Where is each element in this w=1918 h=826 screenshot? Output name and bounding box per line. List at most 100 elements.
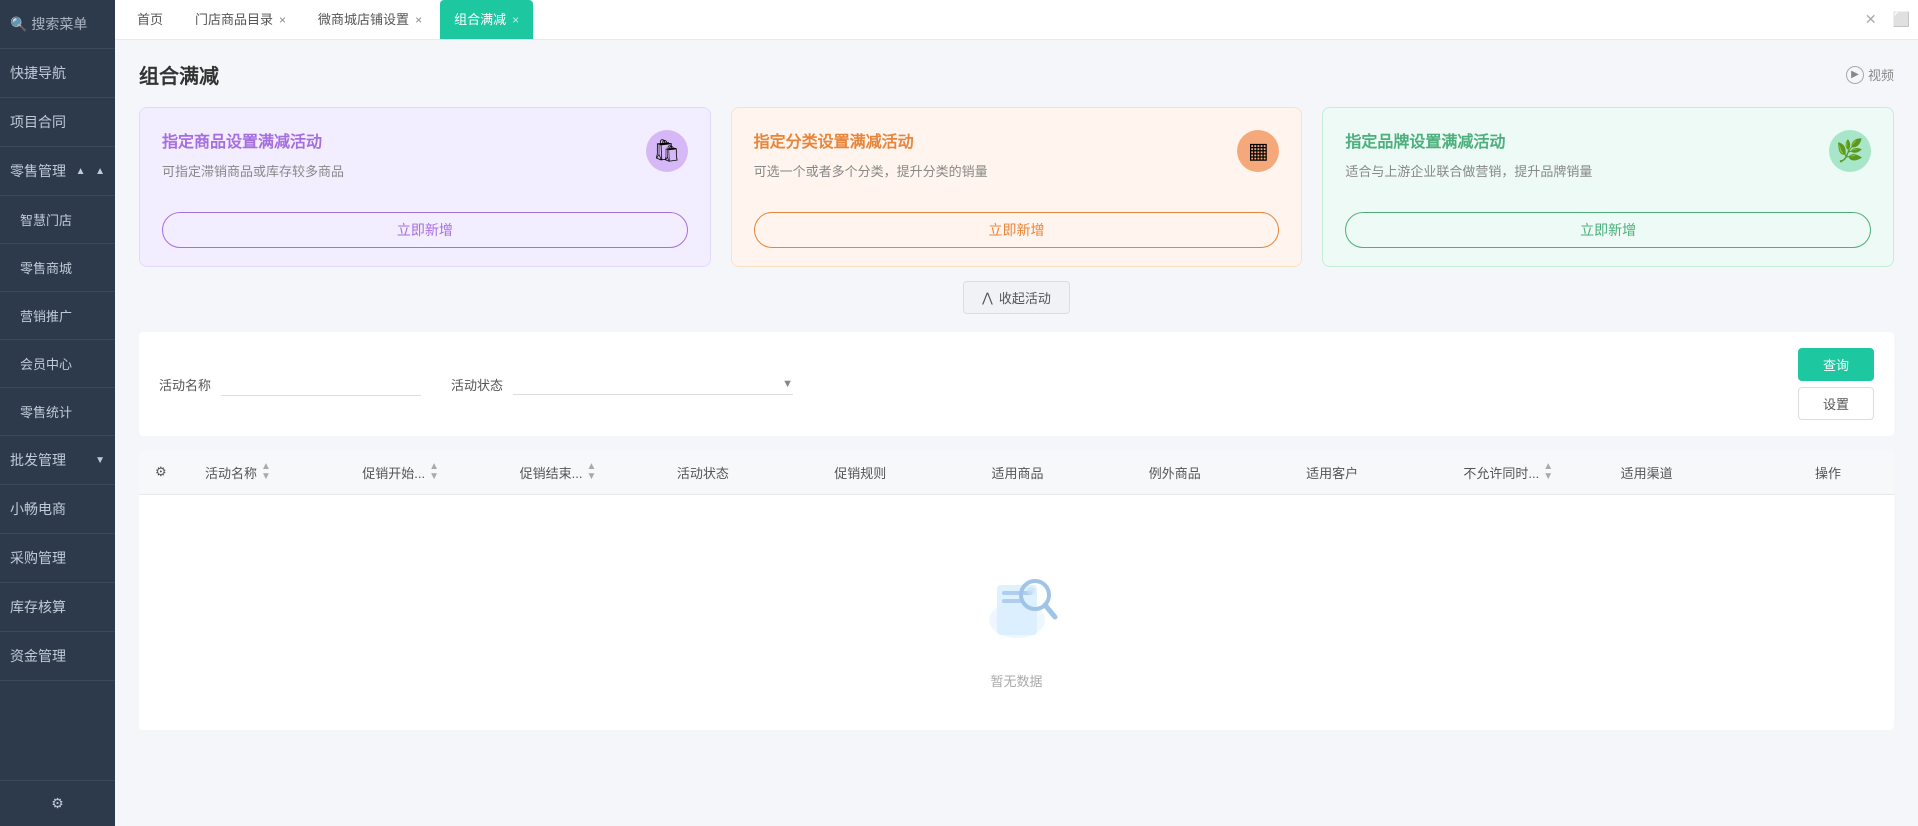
sidebar-item-label-marketing: 营销推广 bbox=[20, 306, 72, 325]
collapse-bar: ⋀ 收起活动 bbox=[139, 281, 1894, 314]
th-label-applicable-channel: 适用渠道 bbox=[1621, 463, 1673, 482]
sidebar-item-label-inventory: 库存核算 bbox=[10, 597, 66, 617]
activity-name-input[interactable] bbox=[221, 372, 421, 396]
empty-state: 暂无数据 bbox=[139, 495, 1894, 730]
sidebar-item-retail-mgmt[interactable]: 零售管理 ▲ bbox=[0, 147, 115, 196]
tab-label-wechat-store: 微商城店铺设置 bbox=[318, 13, 409, 26]
activity-card-specify-category: ▦指定分类设置满减活动可选一个或者多个分类，提升分类的销量立即新增 bbox=[731, 107, 1303, 267]
sidebar-item-quick-nav[interactable]: 快捷导航 bbox=[0, 49, 115, 98]
tab-combo-discount[interactable]: 组合满减 × bbox=[440, 0, 533, 39]
tab-label-home: 首页 bbox=[137, 13, 163, 26]
th-label-gear: ⚙ bbox=[155, 464, 167, 480]
card-icon-specify-brand: 🌿 bbox=[1829, 130, 1871, 172]
page-header: 组合满减 ▶ 视频 bbox=[139, 60, 1894, 89]
tab-close-store-catalog[interactable]: × bbox=[279, 14, 286, 26]
th-label-applicable-customers: 适用客户 bbox=[1306, 463, 1358, 482]
th-promo-end[interactable]: 促销结束...▲▼ bbox=[520, 462, 677, 482]
sidebar-item-smart-store[interactable]: 智慧门店 bbox=[0, 196, 115, 244]
filter-activity-name: 活动名称 bbox=[159, 372, 421, 396]
th-label-operations: 操作 bbox=[1815, 463, 1841, 482]
th-promo-start[interactable]: 促销开始...▲▼ bbox=[362, 462, 519, 482]
sidebar-settings[interactable]: ⚙ bbox=[0, 780, 115, 826]
sidebar-search[interactable]: 🔍 搜索菜单 bbox=[0, 0, 115, 49]
tab-label-combo-discount: 组合满减 bbox=[454, 13, 506, 26]
th-label-exception-goods: 例外商品 bbox=[1149, 463, 1201, 482]
window-controls: ✕ ⬜ bbox=[1865, 11, 1910, 28]
sort-icon-activity-name: ▲▼ bbox=[261, 462, 271, 482]
sort-icon-promo-start: ▲▼ bbox=[429, 462, 439, 482]
close-window-icon[interactable]: ✕ bbox=[1865, 11, 1877, 28]
tab-label-store-catalog: 门店商品目录 bbox=[195, 13, 273, 26]
th-label-applicable-goods: 适用商品 bbox=[991, 463, 1043, 482]
play-icon: ▶ bbox=[1846, 66, 1864, 84]
tab-close-combo-discount[interactable]: × bbox=[512, 14, 519, 26]
tab-home[interactable]: 首页 bbox=[123, 0, 177, 39]
sort-icon-no-concurrent: ▲▼ bbox=[1543, 462, 1553, 482]
card-btn-specify-category[interactable]: 立即新增 bbox=[754, 212, 1280, 248]
main-area: 首页门店商品目录×微商城店铺设置×组合满减× ✕ ⬜ 组合满减 ▶ 视频 🛍指定… bbox=[115, 0, 1918, 826]
card-desc-specify-goods: 可指定滞销商品或库存较多商品 bbox=[162, 162, 688, 196]
sidebar-item-project-contract[interactable]: 项目合同 bbox=[0, 98, 115, 147]
sidebar-item-member-center[interactable]: 会员中心 bbox=[0, 340, 115, 388]
arrow-icon-retail-mgmt: ▲ bbox=[76, 166, 86, 177]
video-link[interactable]: ▶ 视频 bbox=[1846, 65, 1894, 84]
settings-button[interactable]: 设置 bbox=[1798, 387, 1874, 420]
th-label-activity-status: 活动状态 bbox=[677, 463, 729, 482]
activity-status-select[interactable]: ▼ bbox=[513, 374, 793, 395]
th-activity-name[interactable]: 活动名称▲▼ bbox=[205, 462, 362, 482]
sidebar-item-marketing[interactable]: 营销推广 bbox=[0, 292, 115, 340]
th-label-promo-end: 促销结束... bbox=[520, 463, 583, 482]
page-title: 组合满减 bbox=[139, 60, 219, 89]
sidebar-item-label-member-center: 会员中心 bbox=[20, 354, 72, 373]
sidebar-item-retail-stats[interactable]: 零售统计 bbox=[0, 388, 115, 436]
th-label-promo-start: 促销开始... bbox=[362, 463, 425, 482]
content-area: 组合满减 ▶ 视频 🛍指定商品设置满减活动可指定滞销商品或库存较多商品立即新增▦… bbox=[115, 40, 1918, 826]
tab-store-catalog[interactable]: 门店商品目录 × bbox=[181, 0, 300, 39]
th-operations: 操作 bbox=[1778, 463, 1878, 482]
video-label: 视频 bbox=[1868, 65, 1894, 84]
th-applicable-customers: 适用客户 bbox=[1306, 463, 1463, 482]
sidebar-item-label-retail-stats: 零售统计 bbox=[20, 402, 72, 421]
sidebar-item-label-xiaochangec: 小畅电商 bbox=[10, 499, 66, 519]
th-promo-rules: 促销规则 bbox=[834, 463, 991, 482]
sidebar-item-inventory[interactable]: 库存核算 bbox=[0, 583, 115, 632]
filter-row: 活动名称 活动状态 ▼ 查询 设置 bbox=[159, 348, 1874, 420]
filter-actions: 查询 设置 bbox=[1798, 348, 1874, 420]
collapse-button[interactable]: ⋀ 收起活动 bbox=[963, 281, 1070, 314]
card-btn-specify-goods[interactable]: 立即新增 bbox=[162, 212, 688, 248]
sidebar-item-label-purchase-mgmt: 采购管理 bbox=[10, 548, 66, 568]
card-title-specify-brand: 指定品牌设置满减活动 bbox=[1345, 128, 1871, 152]
arrow-icon-wholesale-mgmt: ▼ bbox=[95, 455, 105, 466]
card-desc-specify-brand: 适合与上游企业联合做营销，提升品牌销量 bbox=[1345, 162, 1871, 196]
sidebar-item-finance-mgmt[interactable]: 资金管理 bbox=[0, 632, 115, 681]
sidebar-item-label-wholesale-mgmt: 批发管理 bbox=[10, 450, 66, 470]
sidebar: 🔍 搜索菜单 快捷导航项目合同零售管理 ▲ 智慧门店零售商城营销推广会员中心零售统计… bbox=[0, 0, 115, 826]
search-icon: 🔍 bbox=[10, 16, 27, 32]
tab-close-wechat-store[interactable]: × bbox=[415, 14, 422, 26]
activity-card-specify-brand: 🌿指定品牌设置满减活动适合与上游企业联合做营销，提升品牌销量立即新增 bbox=[1322, 107, 1894, 267]
sidebar-item-wholesale-mgmt[interactable]: 批发管理 ▼ bbox=[0, 436, 115, 485]
sidebar-item-purchase-mgmt[interactable]: 采购管理 bbox=[0, 534, 115, 583]
th-applicable-channel: 适用渠道 bbox=[1621, 463, 1778, 482]
collapse-label: 收起活动 bbox=[999, 288, 1051, 307]
query-button[interactable]: 查询 bbox=[1798, 348, 1874, 381]
sidebar-item-label-project-contract: 项目合同 bbox=[10, 112, 66, 132]
activity-status-label: 活动状态 bbox=[451, 375, 503, 394]
maximize-window-icon[interactable]: ⬜ bbox=[1893, 11, 1910, 28]
sidebar-item-retail-mall[interactable]: 零售商城 bbox=[0, 244, 115, 292]
data-table: ⚙活动名称▲▼促销开始...▲▼促销结束...▲▼活动状态促销规则适用商品例外商… bbox=[139, 450, 1894, 730]
filter-activity-status: 活动状态 ▼ bbox=[451, 374, 793, 395]
activity-name-label: 活动名称 bbox=[159, 375, 211, 394]
card-title-specify-goods: 指定商品设置满减活动 bbox=[162, 128, 688, 152]
tab-wechat-store[interactable]: 微商城店铺设置 × bbox=[304, 0, 436, 39]
sidebar-item-label-retail-mgmt: 零售管理 bbox=[10, 161, 66, 181]
th-no-concurrent[interactable]: 不允许同时...▲▼ bbox=[1463, 462, 1620, 482]
card-icon-specify-goods: 🛍 bbox=[646, 130, 688, 172]
activity-card-specify-goods: 🛍指定商品设置满减活动可指定滞销商品或库存较多商品立即新增 bbox=[139, 107, 711, 267]
card-btn-specify-brand[interactable]: 立即新增 bbox=[1345, 212, 1871, 248]
card-desc-specify-category: 可选一个或者多个分类，提升分类的销量 bbox=[754, 162, 1280, 196]
table-header: ⚙活动名称▲▼促销开始...▲▼促销结束...▲▼活动状态促销规则适用商品例外商… bbox=[139, 450, 1894, 495]
th-activity-status: 活动状态 bbox=[677, 463, 834, 482]
sidebar-item-xiaochangec[interactable]: 小畅电商 bbox=[0, 485, 115, 534]
activity-cards: 🛍指定商品设置满减活动可指定滞销商品或库存较多商品立即新增▦指定分类设置满减活动… bbox=[139, 107, 1894, 267]
